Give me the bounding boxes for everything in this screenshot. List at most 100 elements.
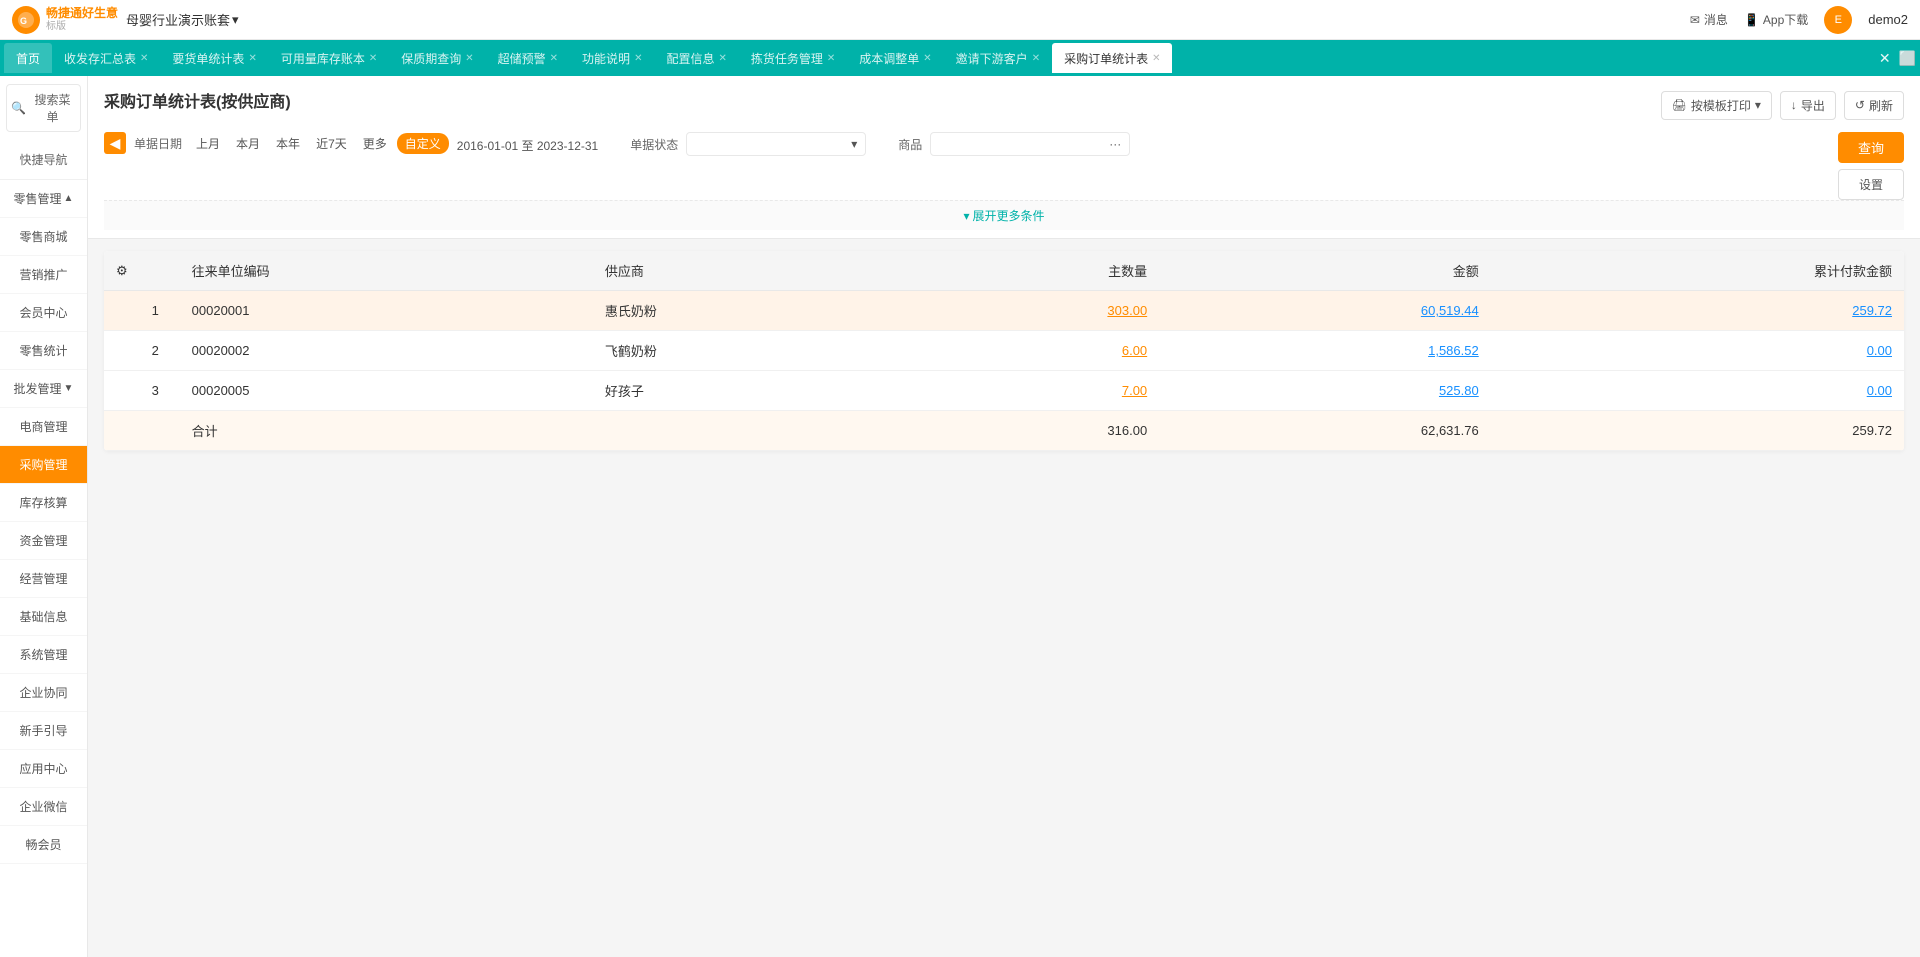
sidebar-item-stock-check[interactable]: 库存核算 [0, 484, 87, 522]
footer-paid-amount: 259.72 [1491, 411, 1904, 451]
table-footer-row: 合计 316.00 62,631.76 259.72 [104, 411, 1904, 451]
page-header: 采购订单统计表(按供应商) 🖨 按模板打印 ▾ ↓ 导出 ↺ 刷新 [88, 76, 1920, 239]
print-button[interactable]: 🖨 按模板打印 ▾ [1661, 91, 1772, 120]
tab-close-icon[interactable]: ✕ [1152, 53, 1160, 64]
tab-config-info[interactable]: 配置信息 ✕ [654, 43, 738, 73]
sidebar-item-new-guide[interactable]: 新手引导 [0, 712, 87, 750]
export-label: 导出 [1801, 97, 1825, 114]
sidebar-item-enterprise-collab[interactable]: 企业协同 [0, 674, 87, 712]
sidebar-item-label: 应用中心 [19, 762, 67, 776]
username-label: demo2 [1868, 12, 1908, 27]
amount[interactable]: 525.80 [1159, 371, 1491, 411]
sidebar-item-finance-mgmt[interactable]: 资金管理 [0, 522, 87, 560]
sidebar-item-label: 采购管理 [19, 458, 67, 472]
query-button[interactable]: 查询 [1838, 132, 1904, 163]
vendor-name: 惠氏奶粉 [593, 291, 901, 331]
date-btn-custom[interactable]: 自定义 [397, 133, 449, 154]
date-btn-last-month[interactable]: 上月 [190, 133, 226, 154]
tab-order-summary[interactable]: 要货单统计表 ✕ [160, 43, 268, 73]
tab-maximize-icon[interactable]: ⬜ [1899, 50, 1916, 67]
sidebar-item-enterprise-wechat[interactable]: 企业微信 [0, 788, 87, 826]
nav-tabs-actions: ✕ ⬜ [1879, 50, 1916, 67]
date-btn-7days[interactable]: 近7天 [310, 133, 353, 154]
sidebar-item-wholesale-mgmt[interactable]: 批发管理 ▼ [0, 370, 87, 408]
col-header-settings[interactable]: ⚙ [104, 251, 140, 291]
sidebar-item-member-center[interactable]: 会员中心 [0, 294, 87, 332]
sidebar-item-retail-mgmt[interactable]: 零售管理 ▲ [0, 180, 87, 218]
filter-main: ◀ 单据日期 上月 本月 本年 近7天 更多 自定义 2016-01-01 至 … [104, 132, 598, 154]
printer-icon: 🖨 [1672, 98, 1687, 112]
amount[interactable]: 60,519.44 [1159, 291, 1491, 331]
tab-close-icon[interactable]: ✕ [465, 53, 473, 64]
app-download-button[interactable]: 📱 App下载 [1744, 11, 1808, 28]
sidebar-item-retail-stats[interactable]: 零售统计 [0, 332, 87, 370]
date-btn-more[interactable]: 更多 [357, 133, 393, 154]
sidebar-item-app-center[interactable]: 应用中心 [0, 750, 87, 788]
sidebar-item-quick-nav[interactable]: 快捷导航 [6, 146, 81, 173]
sidebar-item-marketing[interactable]: 营销推广 [0, 256, 87, 294]
dropdown-arrow-icon: ▾ [232, 12, 239, 28]
tab-close-icon[interactable]: ✕ [923, 53, 931, 64]
paid-amount[interactable]: 0.00 [1491, 331, 1904, 371]
refresh-icon: ↺ [1855, 98, 1865, 112]
tab-close-icon[interactable]: ✕ [369, 53, 377, 64]
avatar[interactable]: E [1824, 6, 1852, 34]
tab-expiry-query[interactable]: 保质期查询 ✕ [389, 43, 485, 73]
tab-close-icon[interactable]: ✕ [1032, 53, 1040, 64]
tab-close-icon[interactable]: ✕ [718, 53, 726, 64]
sidebar-item-system-mgmt[interactable]: 系统管理 [0, 636, 87, 674]
tab-available-stock[interactable]: 可用量库存账本 ✕ [269, 43, 389, 73]
sidebar-item-label: 批发管理 [14, 380, 62, 397]
message-button[interactable]: ✉ 消息 [1690, 11, 1728, 28]
search-menu-button[interactable]: 🔍 搜索菜单 [6, 84, 81, 132]
tab-close-icon[interactable]: ✕ [140, 53, 148, 64]
tab-close-icon[interactable]: ✕ [827, 53, 835, 64]
goods-input[interactable]: ··· [930, 132, 1130, 156]
sidebar-item-basic-info[interactable]: 基础信息 [0, 598, 87, 636]
main-qty[interactable]: 7.00 [901, 371, 1159, 411]
breadcrumb-dropdown[interactable]: 母婴行业演示账套 ▾ [126, 10, 239, 29]
sidebar-item-label: 系统管理 [19, 648, 67, 662]
tab-label: 保质期查询 [401, 50, 461, 67]
sidebar-item-label: 库存核算 [19, 496, 67, 510]
paid-amount[interactable]: 259.72 [1491, 291, 1904, 331]
main-qty[interactable]: 6.00 [901, 331, 1159, 371]
sidebar-search-area: 🔍 搜索菜单 [0, 76, 87, 140]
tab-label: 收发存汇总表 [64, 50, 136, 67]
tab-close-icon[interactable]: ✕ [634, 53, 642, 64]
paid-amount[interactable]: 0.00 [1491, 371, 1904, 411]
tab-receive-summary[interactable]: 收发存汇总表 ✕ [52, 43, 160, 73]
date-btn-this-year[interactable]: 本年 [270, 133, 306, 154]
tab-function-desc[interactable]: 功能说明 ✕ [570, 43, 654, 73]
expand-filter-button[interactable]: ▾ 展开更多条件 [963, 207, 1044, 224]
export-button[interactable]: ↓ 导出 [1780, 91, 1836, 120]
tab-cost-adjust[interactable]: 成本调整单 ✕ [847, 43, 943, 73]
tab-overstock-alert[interactable]: 超储预警 ✕ [486, 43, 570, 73]
message-label: 消息 [1704, 11, 1728, 28]
tab-close-icon[interactable]: ✕ [248, 53, 256, 64]
main-qty[interactable]: 303.00 [901, 291, 1159, 331]
sidebar-item-ops-mgmt[interactable]: 经营管理 [0, 560, 87, 598]
tab-purchase-summary[interactable]: 采购订单统计表 ✕ [1052, 43, 1172, 73]
search-icon: 🔍 [11, 101, 26, 115]
tab-invite-downstream[interactable]: 邀请下游客户 ✕ [944, 43, 1052, 73]
sidebar-item-purchase-mgmt[interactable]: 采购管理 [0, 446, 87, 484]
vendor-name: 飞鹤奶粉 [593, 331, 901, 371]
date-btn-this-month[interactable]: 本月 [230, 133, 266, 154]
tab-pick-task[interactable]: 拣货任务管理 ✕ [739, 43, 847, 73]
date-quick-buttons: 上月 本月 本年 近7天 更多 自定义 [190, 133, 449, 154]
status-select[interactable]: ▾ [686, 132, 866, 156]
filter-toggle-button[interactable]: ◀ [104, 132, 126, 154]
tab-close-icon[interactable]: ✕ [550, 53, 558, 64]
amount[interactable]: 1,586.52 [1159, 331, 1491, 371]
tab-close-all-icon[interactable]: ✕ [1879, 50, 1891, 67]
tab-home[interactable]: 首页 [4, 43, 52, 73]
sidebar-item-ecommerce-mgmt[interactable]: 电商管理 [0, 408, 87, 446]
sidebar: 🔍 搜索菜单 快捷导航 零售管理 ▲ 零售商城 营销推广 会员中心 零售统计 批… [0, 76, 88, 957]
status-filter: 单据状态 ▾ [630, 132, 866, 156]
tab-label: 拣货任务管理 [751, 50, 823, 67]
refresh-button[interactable]: ↺ 刷新 [1844, 91, 1904, 120]
sidebar-item-retail-shop[interactable]: 零售商城 [0, 218, 87, 256]
sidebar-item-vip-member[interactable]: 畅会员 [0, 826, 87, 864]
setting-button[interactable]: 设置 [1838, 169, 1904, 200]
